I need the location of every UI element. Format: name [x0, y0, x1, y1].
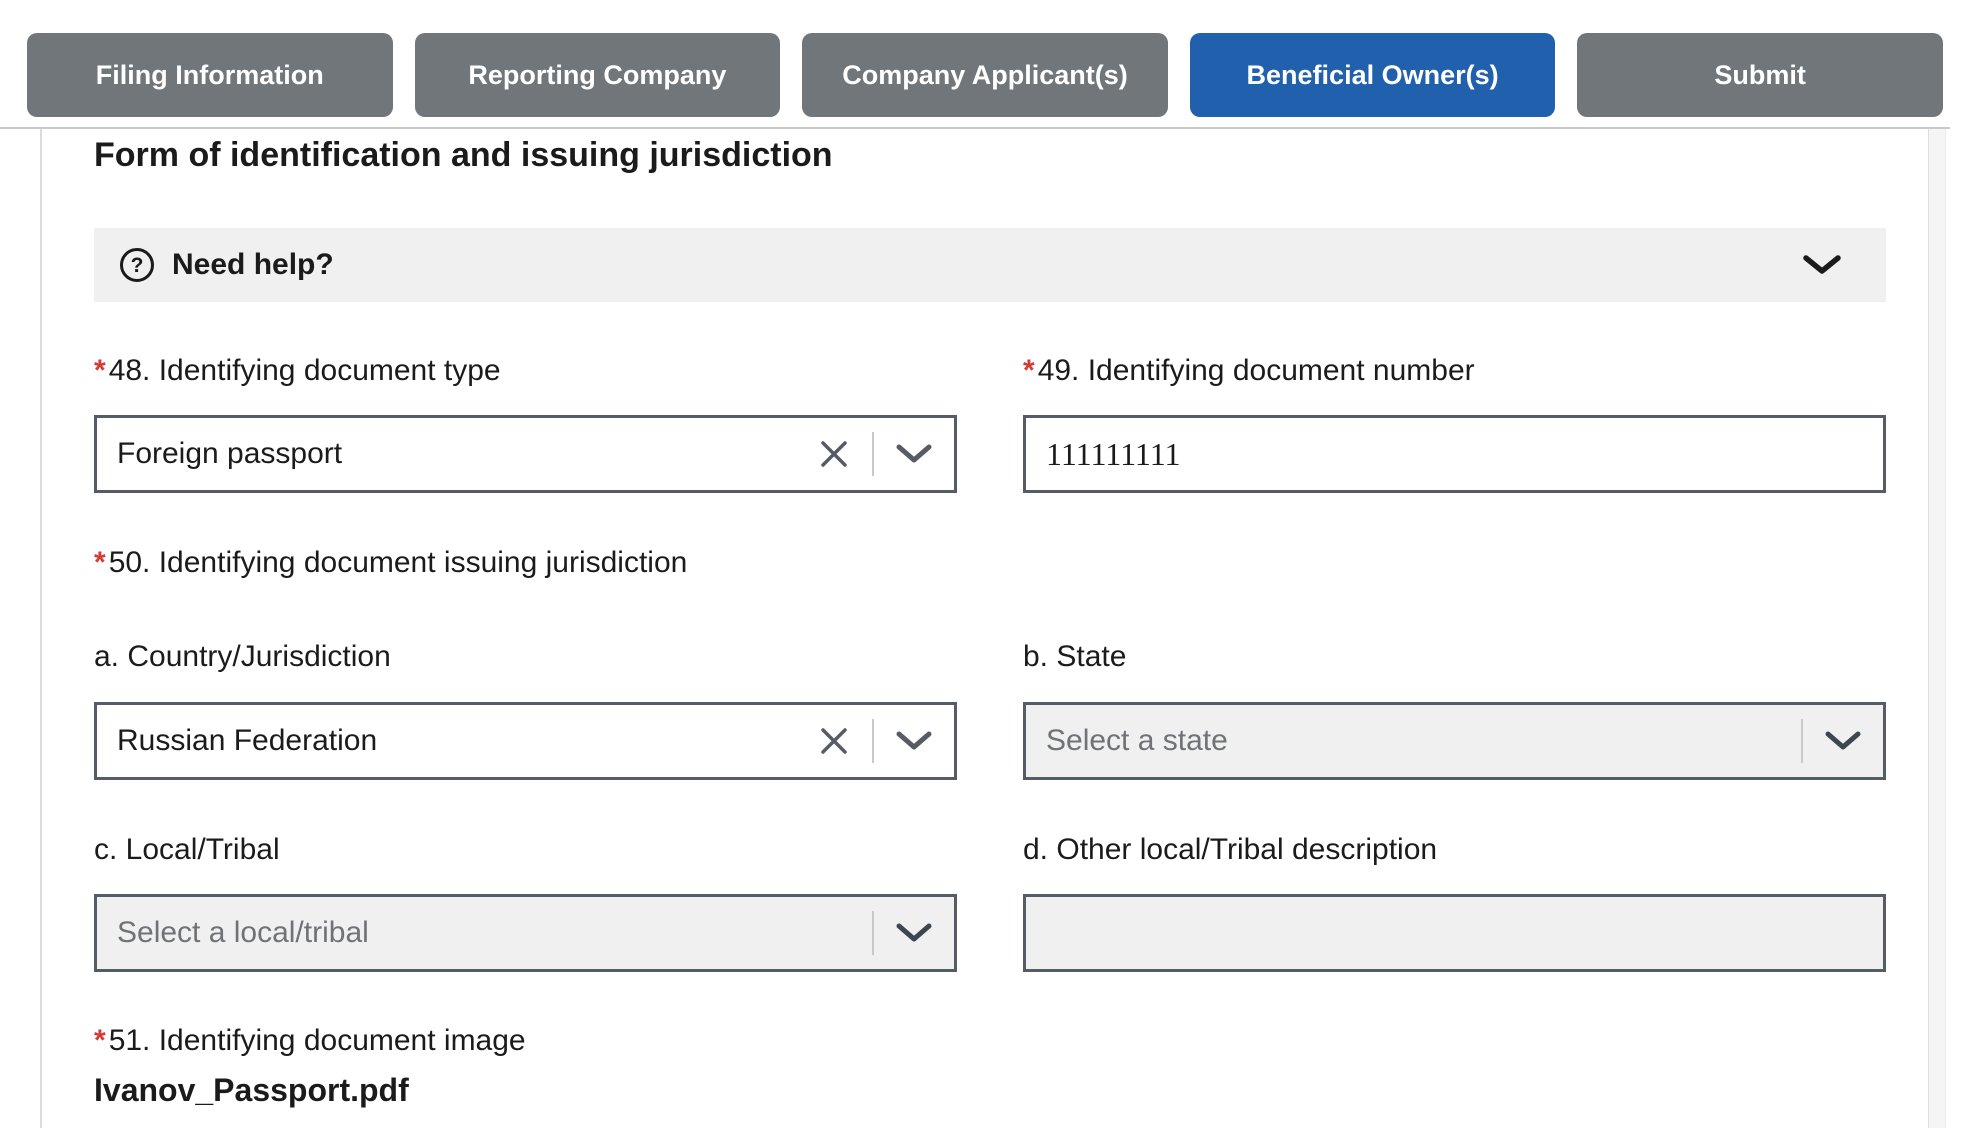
uploaded-file-name: Ivanov_Passport.pdf	[94, 1072, 409, 1109]
tab-filing-information[interactable]: Filing Information	[27, 33, 393, 117]
content-panel-left-border	[40, 129, 42, 1128]
tab-company-applicants[interactable]: Company Applicant(s)	[802, 33, 1168, 117]
doc-number-input[interactable]	[1023, 415, 1886, 493]
doc-type-label: *48. Identifying document type	[94, 354, 501, 388]
tab-submit[interactable]: Submit	[1577, 33, 1943, 117]
state-combobox: Select a state	[1023, 702, 1886, 780]
question-glyph: ?	[131, 255, 144, 276]
other-local-tribal-description-label: d. Other local/Tribal description	[1023, 833, 1437, 867]
tabs-divider-line	[0, 127, 1950, 129]
required-asterisk: *	[94, 1024, 106, 1057]
question-circle-icon: ?	[120, 248, 154, 282]
tab-beneficial-owners[interactable]: Beneficial Owner(s)	[1190, 33, 1556, 117]
section-title: Form of identification and issuing juris…	[94, 136, 833, 175]
doc-image-label: *51. Identifying document image	[94, 1024, 526, 1058]
required-asterisk: *	[94, 546, 106, 579]
required-asterisk: *	[94, 354, 106, 387]
chevron-down-icon	[1803, 705, 1883, 777]
need-help-label: Need help?	[172, 248, 334, 282]
state-label: b. State	[1023, 640, 1126, 674]
doc-number-label: *49. Identifying document number	[1023, 354, 1475, 388]
chevron-down-icon[interactable]	[874, 705, 954, 777]
form-step-tabs: Filing Information Reporting Company Com…	[27, 33, 1943, 117]
chevron-down-icon	[874, 897, 954, 969]
country-jurisdiction-label: a. Country/Jurisdiction	[94, 640, 391, 674]
tab-reporting-company[interactable]: Reporting Company	[415, 33, 781, 117]
chevron-down-icon	[1802, 254, 1842, 281]
chevron-down-icon[interactable]	[874, 418, 954, 490]
local-tribal-placeholder: Select a local/tribal	[97, 916, 872, 950]
clear-icon[interactable]	[796, 705, 872, 777]
clear-icon[interactable]	[796, 418, 872, 490]
local-tribal-combobox: Select a local/tribal	[94, 894, 957, 972]
country-jurisdiction-combobox[interactable]: Russian Federation	[94, 702, 957, 780]
local-tribal-label: c. Local/Tribal	[94, 833, 280, 867]
scrollbar-track[interactable]	[1928, 129, 1946, 1128]
state-placeholder: Select a state	[1026, 724, 1801, 758]
country-jurisdiction-value: Russian Federation	[97, 724, 796, 758]
required-asterisk: *	[1023, 354, 1035, 387]
need-help-accordion[interactable]: ? Need help?	[94, 228, 1886, 302]
doc-type-value: Foreign passport	[97, 437, 796, 471]
other-local-tribal-description-input	[1023, 894, 1886, 972]
doc-type-combobox[interactable]: Foreign passport	[94, 415, 957, 493]
issuing-jurisdiction-label: *50. Identifying document issuing jurisd…	[94, 546, 687, 580]
